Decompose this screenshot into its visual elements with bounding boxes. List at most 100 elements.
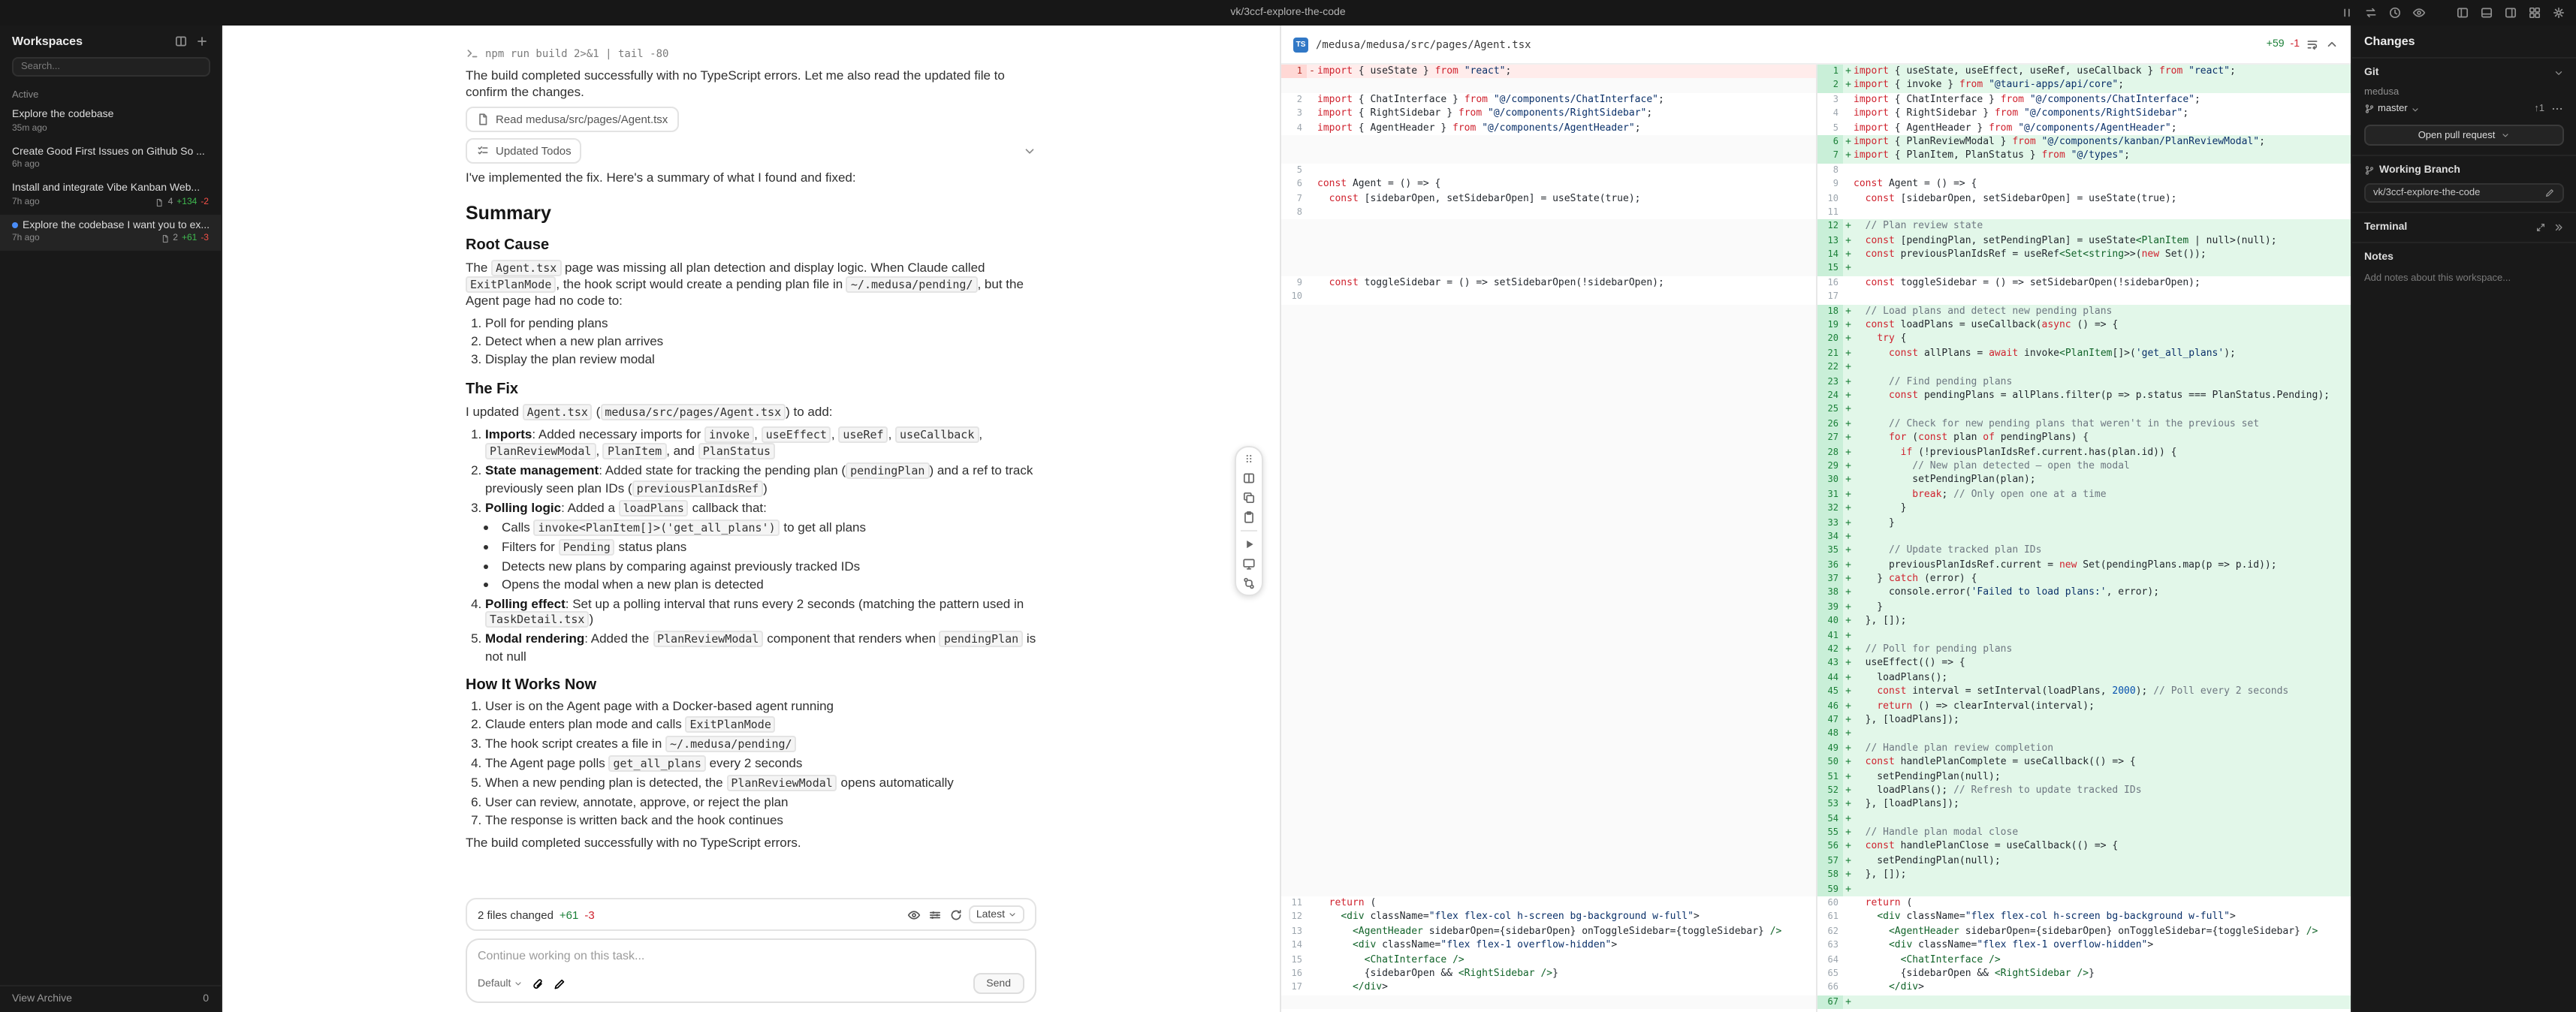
sliders-icon[interactable] bbox=[928, 908, 942, 921]
copy-icon[interactable] bbox=[1242, 491, 1256, 504]
working-branch-header: Working Branch bbox=[2364, 165, 2564, 176]
diff-line: 61 <div className="flex flex-col h-scree… bbox=[1817, 911, 2351, 925]
notes-label: Notes bbox=[2364, 252, 2394, 263]
pause-icon[interactable] bbox=[2340, 6, 2354, 20]
diff-line: 36+ previousPlanIdsRef.current = new Set… bbox=[1817, 558, 2351, 572]
workspace-item[interactable]: Install and integrate Vibe Kanban Web...… bbox=[0, 177, 221, 214]
monitor-icon[interactable] bbox=[1242, 557, 1256, 571]
chevron-down-icon[interactable] bbox=[1023, 144, 1036, 158]
sidebar-footer[interactable]: View Archive 0 bbox=[0, 985, 221, 1012]
play-icon[interactable] bbox=[1242, 538, 1256, 551]
tool-call[interactable]: Updated Todos bbox=[466, 138, 582, 164]
diff-line bbox=[1281, 501, 1816, 516]
git-compare-icon[interactable] bbox=[1242, 577, 1256, 590]
inline-code: PlanReviewModal bbox=[726, 775, 837, 791]
git-section-header: Git bbox=[2364, 68, 2564, 78]
diff-line: 41+ bbox=[1817, 628, 2351, 643]
diff-line bbox=[1281, 79, 1816, 93]
titlebar: vk/3ccf-explore-the-code bbox=[0, 0, 2576, 26]
diff-file-path[interactable]: /medusa/medusa/src/pages/Agent.tsx bbox=[1316, 38, 1531, 50]
add-workspace-button[interactable] bbox=[195, 35, 209, 48]
diff-line bbox=[1281, 248, 1816, 262]
diff-line: 1-import { useState } from "react"; bbox=[1281, 65, 1816, 79]
inline-code: ExitPlanMode bbox=[466, 276, 556, 293]
chat-heading: Root Cause bbox=[466, 237, 1036, 254]
expand-terminal-icon[interactable] bbox=[2535, 222, 2546, 233]
clipboard-icon[interactable] bbox=[1242, 511, 1256, 524]
diff-line: 35+ // Update tracked plan IDs bbox=[1817, 544, 2351, 559]
diff-line: 5 bbox=[1281, 163, 1816, 177]
tool-call[interactable]: Read medusa/src/pages/Agent.tsx bbox=[466, 107, 678, 132]
open-terminal-icon[interactable] bbox=[2553, 222, 2564, 233]
diff-line: 46+ return () => clearInterval(interval)… bbox=[1817, 699, 2351, 713]
arrows-swap-icon[interactable] bbox=[2364, 6, 2378, 20]
files-changed-bar[interactable]: 2 files changed +61 -3 Latest bbox=[466, 898, 1036, 931]
diff-line bbox=[1281, 826, 1816, 840]
diff-line: 20+ try { bbox=[1817, 333, 2351, 347]
message-input[interactable]: Continue working on this task... Default… bbox=[466, 938, 1036, 1003]
diff-line: 34+ bbox=[1817, 530, 2351, 544]
send-button[interactable]: Send bbox=[973, 973, 1024, 994]
diff-body[interactable]: 1-import { useState } from "react";2impo… bbox=[1281, 65, 2351, 1012]
diff-line: 58+ }, []); bbox=[1817, 869, 2351, 883]
diff-line: 3import { ChatInterface } from "@/compon… bbox=[1817, 93, 2351, 107]
chat-scroll-area[interactable]: npm run build 2>&1 | tail -80The build c… bbox=[222, 26, 1280, 898]
model-selector[interactable]: Default bbox=[478, 978, 523, 989]
diff-line bbox=[1281, 572, 1816, 586]
diff-line: 16 const toggleSidebar = () => setSideba… bbox=[1817, 276, 2351, 291]
split-view-icon[interactable] bbox=[1242, 471, 1256, 485]
diff-line: 6const Agent = () => { bbox=[1281, 177, 1816, 191]
tool-row: Updated Todos bbox=[466, 138, 1036, 164]
chat-heading: Summary bbox=[466, 203, 1036, 224]
diff-line bbox=[1281, 220, 1816, 234]
inline-code: useRef bbox=[838, 426, 888, 442]
diff-line bbox=[1281, 459, 1816, 474]
branch-status: ↑1 bbox=[2534, 102, 2564, 116]
view-archive-link[interactable]: View Archive bbox=[12, 994, 72, 1004]
collapse-diff-icon[interactable] bbox=[2325, 38, 2339, 51]
more-options-icon[interactable] bbox=[2550, 102, 2564, 116]
chevron-down-icon[interactable] bbox=[2553, 68, 2564, 78]
terminal-section[interactable]: Terminal bbox=[2352, 212, 2576, 242]
diff-line: 44+ loadPlans(); bbox=[1817, 671, 2351, 685]
working-branch-section: Working Branch vk/3ccf-explore-the-code bbox=[2352, 155, 2576, 212]
panel-right-icon[interactable] bbox=[2504, 6, 2517, 20]
workspace-item[interactable]: Create Good First Issues on Github So ..… bbox=[0, 140, 221, 177]
workspace-item[interactable]: Explore the codebase I want you to ex...… bbox=[0, 214, 221, 251]
workspace-item[interactable]: Explore the codebase35m ago bbox=[0, 104, 221, 140]
panel-left-icon[interactable] bbox=[2456, 6, 2469, 20]
gear-icon[interactable] bbox=[2552, 6, 2565, 20]
layout-grid-icon[interactable] bbox=[2528, 6, 2541, 20]
open-pr-button[interactable]: Open pull request bbox=[2364, 125, 2564, 146]
working-branch-field[interactable]: vk/3ccf-explore-the-code bbox=[2364, 183, 2564, 203]
board-icon[interactable] bbox=[174, 35, 188, 48]
diff-line bbox=[1281, 854, 1816, 869]
input-controls: Default Send bbox=[478, 973, 1024, 994]
list-item: The response is written back and the hoo… bbox=[485, 812, 1036, 828]
diff-line: 51+ setPendingPlan(null); bbox=[1817, 770, 2351, 784]
search-input[interactable] bbox=[12, 57, 210, 77]
diff-line: 12 <div className="flex flex-col h-scree… bbox=[1281, 911, 1816, 925]
wrap-text-icon[interactable] bbox=[2306, 38, 2319, 51]
inline-code: ExitPlanMode bbox=[686, 716, 776, 733]
eye-icon[interactable] bbox=[907, 908, 921, 921]
notes-section[interactable]: Notes bbox=[2352, 242, 2576, 272]
clock-icon[interactable] bbox=[2388, 6, 2402, 20]
diff-line: 17 </div> bbox=[1281, 981, 1816, 995]
latest-dropdown[interactable]: Latest bbox=[969, 905, 1024, 923]
pen-icon[interactable] bbox=[553, 977, 566, 990]
inline-code: PlanReviewModal bbox=[485, 443, 596, 459]
branch-selector[interactable]: master bbox=[2364, 104, 2420, 114]
diff-line bbox=[1281, 516, 1816, 530]
paperclip-icon[interactable] bbox=[532, 977, 545, 990]
list-item: User can review, annotate, approve, or r… bbox=[485, 794, 1036, 810]
edit-branch-icon[interactable] bbox=[2544, 188, 2555, 198]
diff-line: 15 <ChatInterface /> bbox=[1281, 953, 1816, 967]
tool-call[interactable]: npm run build 2>&1 | tail -80 bbox=[466, 47, 1036, 60]
active-section-label: Active bbox=[0, 83, 221, 104]
refresh-icon[interactable] bbox=[949, 908, 963, 921]
notes-placeholder[interactable]: Add notes about this workspace... bbox=[2352, 272, 2576, 293]
panel-bottom-icon[interactable] bbox=[2480, 6, 2493, 20]
eye-icon[interactable] bbox=[2412, 6, 2426, 20]
file-icon bbox=[160, 234, 169, 243]
